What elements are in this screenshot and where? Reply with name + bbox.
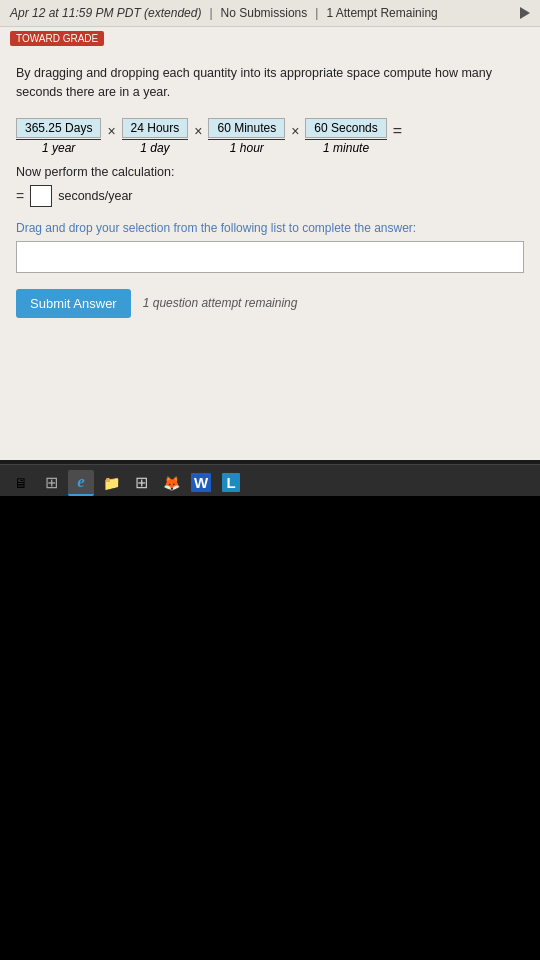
folder-icon[interactable] bbox=[98, 470, 124, 496]
equals-sm: = bbox=[16, 188, 24, 204]
calculation-row: = seconds/year bbox=[16, 185, 524, 207]
blue-l-icon[interactable] bbox=[218, 470, 244, 496]
fraction-3-denominator: 1 hour bbox=[230, 141, 264, 155]
fraction-4[interactable]: 60 Seconds 1 minute bbox=[305, 118, 386, 155]
fraction-1-numerator[interactable]: 365.25 Days bbox=[16, 118, 101, 138]
firefox-icon[interactable] bbox=[158, 470, 184, 496]
now-perform-label: Now perform the calculation: bbox=[16, 165, 524, 179]
drop-zone[interactable] bbox=[16, 241, 524, 273]
play-icon[interactable] bbox=[520, 7, 530, 19]
fraction-equation: 365.25 Days 1 year × 24 Hours 1 day × 60… bbox=[16, 118, 524, 155]
content-area: By dragging and dropping each quantity i… bbox=[0, 50, 540, 460]
separator-2: | bbox=[315, 6, 318, 20]
submit-row: Submit Answer 1 question attempt remaini… bbox=[16, 289, 524, 318]
ie-icon[interactable] bbox=[68, 470, 94, 496]
drag-drop-label: Drag and drop your selection from the fo… bbox=[16, 221, 524, 235]
attempt-remaining-label: 1 question attempt remaining bbox=[143, 296, 298, 310]
fraction-2-denominator: 1 day bbox=[140, 141, 169, 155]
fraction-1[interactable]: 365.25 Days 1 year bbox=[16, 118, 101, 155]
equals-sign: = bbox=[393, 122, 402, 150]
multiply-sign-1: × bbox=[107, 123, 115, 149]
question-text: By dragging and dropping each quantity i… bbox=[16, 64, 524, 102]
attempts-remaining: 1 Attempt Remaining bbox=[326, 6, 437, 20]
taskbar bbox=[0, 464, 540, 500]
fraction-2[interactable]: 24 Hours 1 day bbox=[122, 118, 189, 155]
word-icon[interactable] bbox=[188, 470, 214, 496]
fraction-4-line bbox=[305, 139, 386, 140]
fraction-3-numerator[interactable]: 60 Minutes bbox=[208, 118, 285, 138]
toward-grade-button[interactable]: TOWARD GRADE bbox=[10, 31, 104, 46]
window-icon[interactable] bbox=[38, 470, 64, 496]
submissions-status: No Submissions bbox=[221, 6, 308, 20]
browser-area: Apr 12 at 11:59 PM PDT (extended) | No S… bbox=[0, 0, 540, 460]
top-bar: Apr 12 at 11:59 PM PDT (extended) | No S… bbox=[0, 0, 540, 27]
fraction-1-line bbox=[16, 139, 101, 140]
grid-icon[interactable] bbox=[128, 470, 154, 496]
fraction-4-denominator: 1 minute bbox=[323, 141, 369, 155]
submit-answer-button[interactable]: Submit Answer bbox=[16, 289, 131, 318]
answer-input-box[interactable] bbox=[30, 185, 52, 207]
fraction-3-line bbox=[208, 139, 285, 140]
fraction-2-line bbox=[122, 139, 189, 140]
fraction-1-denominator: 1 year bbox=[42, 141, 75, 155]
fraction-3[interactable]: 60 Minutes 1 hour bbox=[208, 118, 285, 155]
due-date: Apr 12 at 11:59 PM PDT (extended) bbox=[10, 6, 201, 20]
multiply-sign-2: × bbox=[194, 123, 202, 149]
multiply-sign-3: × bbox=[291, 123, 299, 149]
black-background bbox=[0, 496, 540, 960]
separator-1: | bbox=[209, 6, 212, 20]
monitor-icon[interactable] bbox=[8, 470, 34, 496]
unit-label: seconds/year bbox=[58, 189, 132, 203]
fraction-4-numerator[interactable]: 60 Seconds bbox=[305, 118, 386, 138]
fraction-2-numerator[interactable]: 24 Hours bbox=[122, 118, 189, 138]
